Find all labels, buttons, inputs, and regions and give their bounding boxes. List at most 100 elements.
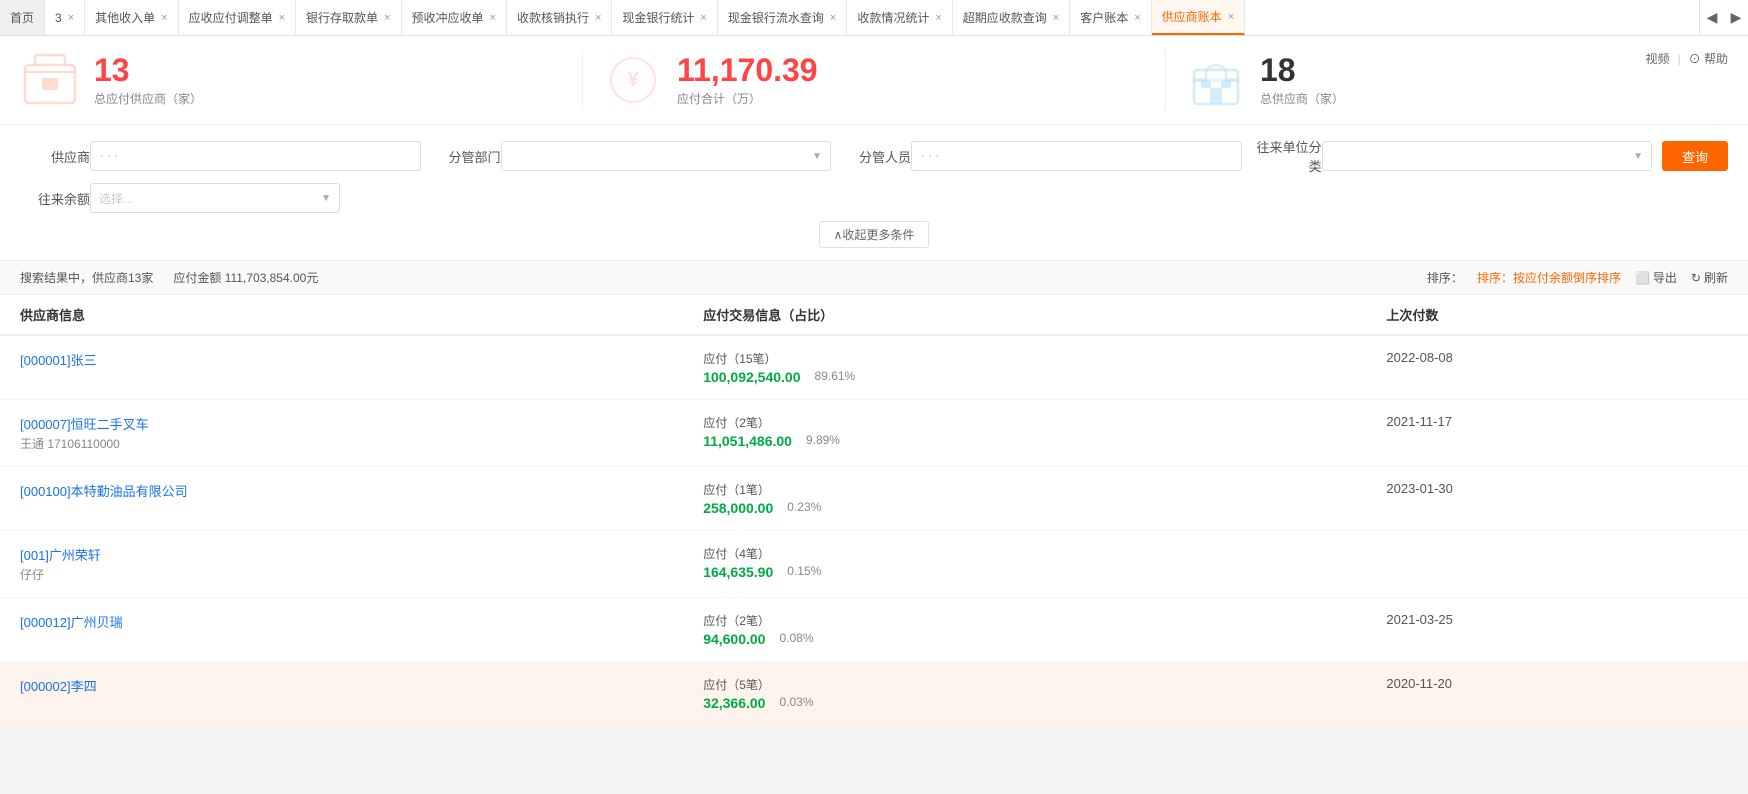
close-icon[interactable]: × <box>830 12 836 24</box>
close-icon[interactable]: × <box>384 12 390 24</box>
close-icon[interactable]: × <box>1053 12 1059 24</box>
supplier-name-link[interactable]: [000002]李四 <box>20 676 703 695</box>
result-summary: 搜索结果中，供应商13家 应付金额 111,703,854.00元 <box>20 269 318 286</box>
stat-info-payable-suppliers: 13 总应付供应商（家） <box>94 54 202 107</box>
nav-tab-bank[interactable]: 银行存取款单 × <box>296 0 401 35</box>
supplier-name-link[interactable]: [000001]张三 <box>20 350 703 369</box>
table-row: [000012]广州贝瑞 应付（2笔） 94,600.00 0.08% 2021… <box>0 598 1748 662</box>
supplier-sub-info: 仔仔 <box>20 566 703 583</box>
category-dropdown-icon: ▼ <box>1633 151 1643 162</box>
collapse-button[interactable]: ∧ 收起更多条件 <box>819 221 930 248</box>
stat-block-payable-suppliers: 13 总应付供应商（家） <box>20 50 562 110</box>
close-icon[interactable]: × <box>935 12 941 24</box>
last-pay-date: 2023-01-30 <box>1386 481 1453 496</box>
stat-number-total-suppliers: 18 <box>1260 54 1344 86</box>
supplier-name-link[interactable]: [000100]本特勤油品有限公司 <box>20 481 703 500</box>
tx-info-cell: 应付（2笔） 11,051,486.00 9.89% <box>703 414 1386 449</box>
table-row: [000002]李四 应付（5笔） 32,366.00 0.03% 2020-1… <box>0 662 1748 726</box>
nav-tab-collection[interactable]: 收款核销执行 × <box>507 0 612 35</box>
tx-amount-link[interactable]: 164,635.90 <box>703 564 773 580</box>
close-icon[interactable]: × <box>1228 11 1234 23</box>
close-icon[interactable]: × <box>595 12 601 24</box>
tx-amount-link[interactable]: 100,092,540.00 <box>703 369 800 385</box>
filter-dept-label: 分管部门 <box>431 147 501 166</box>
video-link[interactable]: 视频 <box>1646 50 1670 67</box>
result-bar: 搜索结果中，供应商13家 应付金额 111,703,854.00元 排序： 排序… <box>0 261 1748 295</box>
tx-amount-link[interactable]: 32,366.00 <box>703 695 765 711</box>
col-header-supplier: 供应商信息 <box>20 305 703 324</box>
stat-block-payable-amount: ¥ 11,170.39 应付合计（万） <box>603 50 1145 110</box>
query-button[interactable]: 查询 <box>1662 141 1728 171</box>
nav-tab-collection-stats[interactable]: 收款情况统计 × <box>847 0 952 35</box>
table-row: [000007]恒旺二手叉车 王通 17106110000 应付（2笔） 11,… <box>0 400 1748 467</box>
supplier-name-link[interactable]: [001]广州荣轩 <box>20 545 703 564</box>
tx-info-cell: 应付（15笔） 100,092,540.00 89.61% <box>703 350 1386 385</box>
close-icon[interactable]: × <box>490 12 496 24</box>
nav-tab-supplier-ledger[interactable]: 供应商账本 × <box>1152 0 1245 35</box>
stat-info-payable-amount: 11,170.39 应付合计（万） <box>677 54 818 107</box>
help-link[interactable]: ⊙ 帮助 <box>1689 50 1728 67</box>
refresh-button[interactable]: ↻ 刷新 <box>1691 269 1728 286</box>
close-icon[interactable]: × <box>700 12 706 24</box>
total-supplier-icon <box>1186 50 1246 110</box>
tx-info-cell: 应付（5笔） 32,366.00 0.03% <box>703 676 1386 711</box>
table-row: [000100]本特勤油品有限公司 应付（1笔） 258,000.00 0.23… <box>0 467 1748 531</box>
tx-info-cell: 应付（2笔） 94,600.00 0.08% <box>703 612 1386 647</box>
sort-button[interactable]: 排序：按应付余额倒序排序 <box>1477 269 1621 286</box>
table-container: 供应商信息 应付交易信息（占比） 上次付数 [000001]张三 应付（15笔）… <box>0 295 1748 726</box>
nav-tab-overdue[interactable]: 超期应收款查询 × <box>953 0 1070 35</box>
balance-input[interactable]: 选择... ▼ <box>90 183 340 213</box>
tx-label: 应付（15笔） <box>703 350 1386 367</box>
refresh-icon: ↻ <box>1691 271 1701 285</box>
stat-label-payable-amount: 应付合计（万） <box>677 90 818 107</box>
last-pay-date: 2020-11-20 <box>1386 676 1452 691</box>
stat-label-total-suppliers: 总供应商（家） <box>1260 90 1344 107</box>
tx-amount-link[interactable]: 94,600.00 <box>703 631 765 647</box>
last-pay-date: 2021-11-17 <box>1386 414 1452 429</box>
export-button[interactable]: ⬜ 导出 <box>1635 269 1677 286</box>
stat-divider-1 <box>582 50 583 110</box>
tx-percent: 89.61% <box>815 369 856 383</box>
nav-tab-cash-stats[interactable]: 现金银行统计 × <box>612 0 717 35</box>
last-pay-cell: 2020-11-20 <box>1386 676 1728 691</box>
tx-amount-link[interactable]: 258,000.00 <box>703 500 773 516</box>
stats-bar: 13 总应付供应商（家） ¥ 11,170.39 应付合计（万） <box>0 36 1748 125</box>
supplier-input[interactable]: ··· <box>90 141 421 171</box>
nav-tab-cash-flow[interactable]: 现金银行流水查询 × <box>718 0 847 35</box>
category-input[interactable]: ▼ <box>1322 141 1653 171</box>
sort-label: 排序： <box>1427 269 1463 286</box>
payable-supplier-icon <box>20 50 80 110</box>
supplier-name-link[interactable]: [000012]广州贝瑞 <box>20 612 703 631</box>
dept-input[interactable]: ▼ <box>501 141 832 171</box>
tx-percent: 9.89% <box>806 433 840 447</box>
supplier-name-link[interactable]: [000007]恒旺二手叉车 <box>20 414 703 433</box>
nav-tab-home[interactable]: 首页 <box>0 0 45 35</box>
nav-tab-other-income[interactable]: 其他收入单 × <box>85 0 178 35</box>
nav-tab-3[interactable]: 3 × <box>45 0 85 35</box>
table-body: [000001]张三 应付（15笔） 100,092,540.00 89.61%… <box>0 336 1748 726</box>
stat-label-payable-suppliers: 总应付供应商（家） <box>94 90 202 107</box>
person-input[interactable]: ··· <box>911 141 1242 171</box>
close-icon[interactable]: × <box>161 12 167 24</box>
col-header-lastpay: 上次付数 <box>1386 305 1728 324</box>
filter-supplier: 供应商 ··· <box>20 141 421 171</box>
nav-tab-customer-ledger[interactable]: 客户账本 × <box>1070 0 1151 35</box>
supplier-info-cell: [000002]李四 <box>20 676 703 695</box>
nav-right-arrow[interactable]: ▶ <box>1724 0 1748 36</box>
filter-balance: 往来余额 选择... ▼ <box>20 183 340 213</box>
result-supplier-count: 搜索结果中，供应商13家 <box>20 269 153 286</box>
close-icon[interactable]: × <box>279 12 285 24</box>
last-pay-date: 2021-03-25 <box>1386 612 1453 627</box>
nav-tab-prepay[interactable]: 预收冲应收单 × <box>402 0 507 35</box>
tx-percent: 0.23% <box>787 500 821 514</box>
tx-amount-link[interactable]: 11,051,486.00 <box>703 433 792 449</box>
filter-row-1: 供应商 ··· 分管部门 ▼ 分管人员 ··· 往来单位分类 ▼ <box>20 137 1728 175</box>
close-icon[interactable]: × <box>68 12 74 24</box>
nav-left-arrow[interactable]: ◀ <box>1700 0 1724 36</box>
table-row: [001]广州荣轩 仔仔 应付（4笔） 164,635.90 0.15% <box>0 531 1748 598</box>
stat-info-total-suppliers: 18 总供应商（家） <box>1260 54 1344 107</box>
supplier-info-cell: [000012]广州贝瑞 <box>20 612 703 631</box>
close-icon[interactable]: × <box>1134 12 1140 24</box>
nav-tab-adjust[interactable]: 应收应付调整单 × <box>179 0 296 35</box>
payable-amount-icon: ¥ <box>603 50 663 110</box>
